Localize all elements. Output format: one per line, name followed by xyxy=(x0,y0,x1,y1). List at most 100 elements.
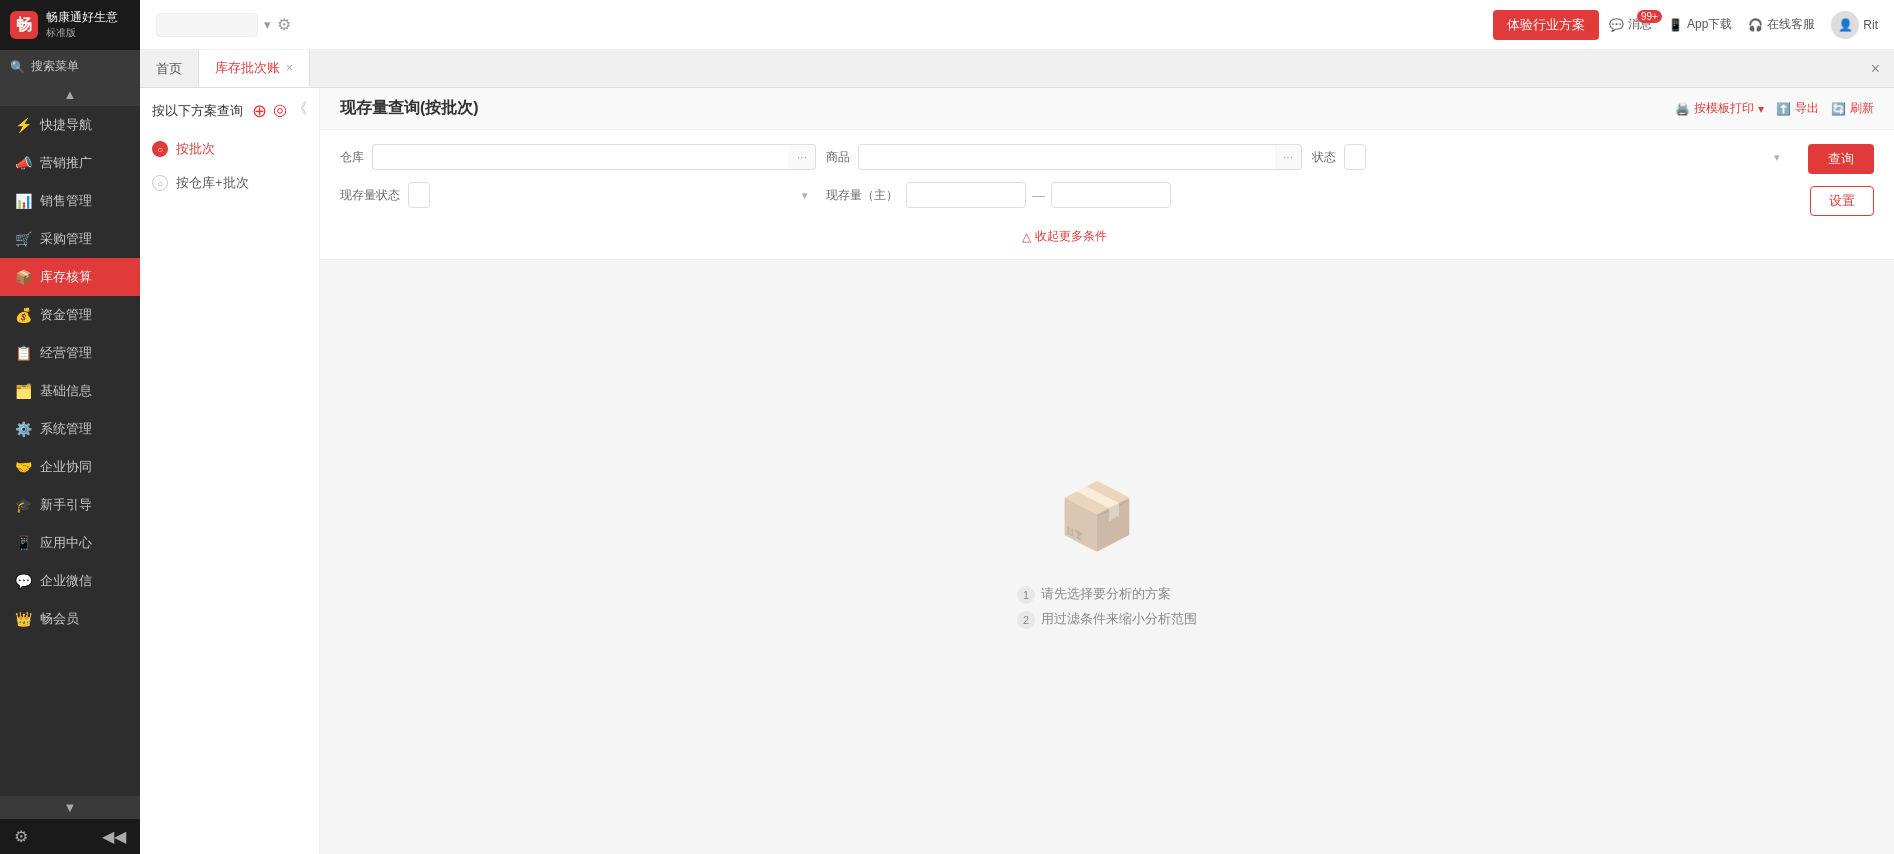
export-icon: ⬆️ xyxy=(1776,102,1791,116)
sidebar-item-shortcuts[interactable]: ⚡ 快捷导航 xyxy=(0,106,140,144)
tab-home[interactable]: 首页 xyxy=(140,50,199,87)
filter-inventory-qty-group: 现存量（主） — xyxy=(826,182,1302,208)
inventory-icon: 📦 xyxy=(14,269,32,285)
collapse-up-icon: △ xyxy=(1022,230,1031,244)
product-select-btn[interactable]: ··· xyxy=(1275,144,1302,170)
filter-inventory-status-group: 现存量状态 xyxy=(340,182,816,208)
user-profile[interactable]: 👤 Rit xyxy=(1831,11,1878,39)
empty-step-2: 2 用过滤条件来缩小分析范围 xyxy=(1017,610,1197,629)
empty-state: 📦 1 请先选择要分析的方案 2 用过滤条件来缩小分析范围 xyxy=(320,260,1894,854)
warehouse-input-group: ··· xyxy=(372,144,816,170)
scheme-by-warehouse-batch[interactable]: ○ 按仓库+批次 xyxy=(140,166,319,200)
product-input[interactable] xyxy=(858,144,1275,170)
filter-status-group: 状态 xyxy=(1312,144,1788,170)
marketing-icon: 📣 xyxy=(14,155,32,171)
topbar-gear-icon[interactable]: ⚙ xyxy=(277,15,291,34)
empty-illustration: 📦 xyxy=(1057,479,1157,569)
warehouse-input[interactable] xyxy=(372,144,789,170)
message-badge: 99+ xyxy=(1637,10,1662,23)
sidebar-item-appstore[interactable]: 📱 应用中心 xyxy=(0,524,140,562)
filter-area: 仓库 ··· 商品 ··· xyxy=(320,130,1894,260)
inventory-status-label: 现存量状态 xyxy=(340,187,400,204)
sidebar-item-sales[interactable]: 📊 销售管理 xyxy=(0,182,140,220)
sidebar-bottom: ⚙ ◀◀ xyxy=(0,819,140,854)
inventory-qty-max-input[interactable] xyxy=(1051,182,1171,208)
warehouse-label: 仓库 xyxy=(340,149,364,166)
print-dropdown-icon[interactable]: ▾ xyxy=(1758,102,1764,116)
sidebar-scroll-down[interactable]: ▼ xyxy=(0,796,140,819)
settings-scheme-icon[interactable]: ◎ xyxy=(273,100,287,122)
message-button[interactable]: 💬 消息 99+ xyxy=(1609,16,1652,33)
app-logo: 畅 xyxy=(10,11,38,39)
system-icon: ⚙️ xyxy=(14,421,32,437)
sidebar-label-system: 系统管理 xyxy=(40,420,92,438)
step-2-num: 2 xyxy=(1017,611,1035,629)
topbar-search-area[interactable] xyxy=(156,13,258,37)
sidebar-item-enterprise[interactable]: 🤝 企业协同 xyxy=(0,448,140,486)
headset-icon: 🎧 xyxy=(1748,18,1763,32)
refresh-button[interactable]: 🔄 刷新 xyxy=(1831,100,1874,117)
sidebar-item-member[interactable]: 👑 畅会员 xyxy=(0,600,140,638)
topbar: ▾ ⚙ 体验行业方案 💬 消息 99+ 📱 App下载 🎧 在线客服 👤 Rit xyxy=(140,0,1894,50)
export-button[interactable]: ⬆️ 导出 xyxy=(1776,100,1819,117)
right-content: 现存量查询(按批次) 🖨️ 按模板打印 ▾ ⬆️ 导出 🔄 刷新 xyxy=(320,88,1894,854)
sidebar-item-inventory[interactable]: 📦 库存核算 xyxy=(0,258,140,296)
finance-icon: 💰 xyxy=(14,307,32,323)
filter-action-col: 查询 设置 xyxy=(1798,144,1874,216)
app-title: 畅康通好生意 xyxy=(46,10,118,26)
sales-icon: 📊 xyxy=(14,193,32,209)
inventory-qty-min-input[interactable] xyxy=(906,182,1026,208)
sidebar-label-sales: 销售管理 xyxy=(40,192,92,210)
warehouse-select-btn[interactable]: ··· xyxy=(789,144,816,170)
settings-button[interactable]: 设置 xyxy=(1810,186,1874,216)
add-scheme-icon[interactable]: ⊕ xyxy=(252,100,267,122)
print-button[interactable]: 🖨️ 按模板打印 ▾ xyxy=(1675,100,1764,117)
basics-icon: 🗂️ xyxy=(14,383,32,399)
purchase-icon: 🛒 xyxy=(14,231,32,247)
sidebar-search[interactable]: 🔍 搜索菜单 xyxy=(0,50,140,83)
tab-inventory-batch-label: 库存批次账 xyxy=(215,59,280,77)
topbar-search-input[interactable] xyxy=(167,18,247,32)
page-header: 现存量查询(按批次) 🖨️ 按模板打印 ▾ ⬆️ 导出 🔄 刷新 xyxy=(320,88,1894,130)
sidebar-label-shortcuts: 快捷导航 xyxy=(40,116,92,134)
customer-service-button[interactable]: 🎧 在线客服 xyxy=(1748,16,1815,33)
collapse-filter-row[interactable]: △ 收起更多条件 xyxy=(340,220,1788,245)
sidebar-label-finance: 资金管理 xyxy=(40,306,92,324)
sidebar-item-operations[interactable]: 📋 经营管理 xyxy=(0,334,140,372)
scheme-dot: ○ xyxy=(152,175,168,191)
collapse-panel-icon[interactable]: 《 xyxy=(293,100,307,122)
sidebar-item-system[interactable]: ⚙️ 系统管理 xyxy=(0,410,140,448)
sidebar-item-newbie[interactable]: 🎓 新手引导 xyxy=(0,486,140,524)
qty-dash: — xyxy=(1026,188,1051,203)
page-header-actions: 🖨️ 按模板打印 ▾ ⬆️ 导出 🔄 刷新 xyxy=(1675,100,1874,117)
filter-row-2: 现存量状态 现存量（主） — xyxy=(340,182,1788,208)
sidebar-item-purchase[interactable]: 🛒 采购管理 xyxy=(0,220,140,258)
app-download-button[interactable]: 📱 App下载 xyxy=(1668,16,1732,33)
tab-inventory-batch[interactable]: 库存批次账 × xyxy=(199,50,310,87)
content-area: 按以下方案查询 ⊕ ◎ 《 ○ 按批次 ○ 按仓库+批次 现存量查询(按批次) xyxy=(140,88,1894,854)
scheme-by-batch[interactable]: ○ 按批次 xyxy=(140,132,319,166)
experience-button[interactable]: 体验行业方案 xyxy=(1493,10,1599,40)
sidebar-item-marketing[interactable]: 📣 营销推广 xyxy=(0,144,140,182)
sidebar-item-finance[interactable]: 💰 资金管理 xyxy=(0,296,140,334)
empty-step-1: 1 请先选择要分析的方案 xyxy=(1017,585,1197,604)
inventory-status-select[interactable] xyxy=(408,182,430,208)
scheme-panel-title: 按以下方案查询 xyxy=(152,102,243,120)
status-select[interactable] xyxy=(1344,144,1366,170)
phone-icon: 📱 xyxy=(1668,18,1683,32)
page-title: 现存量查询(按批次) xyxy=(340,98,479,119)
settings-icon[interactable]: ⚙ xyxy=(14,827,28,846)
tab-panel-close-button[interactable]: × xyxy=(1857,60,1894,78)
scheme-panel-actions: ⊕ ◎ 《 xyxy=(252,100,307,122)
sidebar-item-basics[interactable]: 🗂️ 基础信息 xyxy=(0,372,140,410)
status-label: 状态 xyxy=(1312,149,1336,166)
topbar-dropdown-icon[interactable]: ▾ xyxy=(264,17,271,32)
sidebar-item-wechat[interactable]: 💬 企业微信 xyxy=(0,562,140,600)
app-download-label: App下载 xyxy=(1687,16,1732,33)
topbar-right: 💬 消息 99+ 📱 App下载 🎧 在线客服 👤 Rit xyxy=(1609,11,1878,39)
query-button[interactable]: 查询 xyxy=(1808,144,1874,174)
tab-inventory-batch-close[interactable]: × xyxy=(286,61,293,75)
collapse-sidebar-icon[interactable]: ◀◀ xyxy=(102,827,126,846)
sidebar-label-operations: 经营管理 xyxy=(40,344,92,362)
sidebar-scroll-up[interactable]: ▲ xyxy=(0,83,140,106)
